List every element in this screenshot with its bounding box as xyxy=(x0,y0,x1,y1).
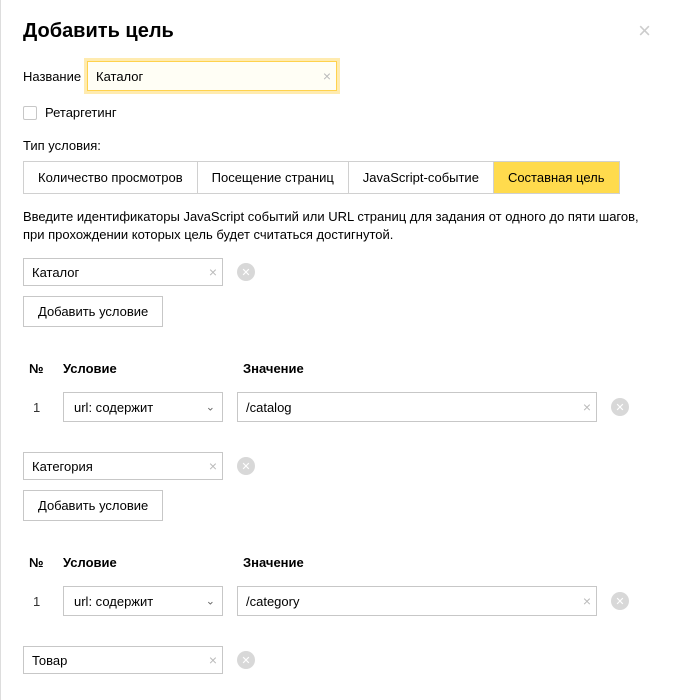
name-input[interactable] xyxy=(87,61,337,91)
close-icon[interactable]: × xyxy=(634,20,655,42)
clear-step-name-icon[interactable]: × xyxy=(209,264,217,280)
instruction-text: Введите идентификаторы JavaScript событи… xyxy=(23,208,655,244)
step-name-row: × ✕ xyxy=(23,646,655,674)
delete-row-icon[interactable]: ✕ xyxy=(611,398,629,416)
col-val: Значение xyxy=(243,361,655,376)
condition-select[interactable]: url: содержит ⌄ xyxy=(63,392,223,422)
condition-type-tabs: Количество просмотров Посещение страниц … xyxy=(23,161,620,194)
col-num: № xyxy=(23,361,63,376)
clear-step-name-icon[interactable]: × xyxy=(209,652,217,668)
tab-views[interactable]: Количество просмотров xyxy=(24,162,198,193)
condition-type-label: Тип условия: xyxy=(23,138,655,153)
col-cond: Условие xyxy=(63,361,243,376)
retargeting-label: Ретаргетинг xyxy=(45,105,117,120)
retargeting-row: Ретаргетинг xyxy=(23,105,655,120)
row-number: 1 xyxy=(23,400,63,415)
row-number: 1 xyxy=(23,594,63,609)
condition-select[interactable]: url: содержит ⌄ xyxy=(63,586,223,616)
tab-composite[interactable]: Составная цель xyxy=(494,162,619,193)
clear-name-icon[interactable]: × xyxy=(323,68,331,84)
add-condition-button[interactable]: Добавить условие xyxy=(23,490,163,521)
conditions-table-header: № Условие Значение xyxy=(23,549,655,576)
col-val: Значение xyxy=(243,555,655,570)
add-condition-button[interactable]: Добавить условие xyxy=(23,296,163,327)
step-name-row: × ✕ xyxy=(23,452,655,480)
condition-row: 1 url: содержит ⌄ × ✕ xyxy=(23,392,655,422)
step-name-row: × ✕ xyxy=(23,258,655,286)
modal-title: Добавить цель xyxy=(23,20,174,43)
delete-step-icon[interactable]: ✕ xyxy=(237,651,255,669)
delete-row-icon[interactable]: ✕ xyxy=(611,592,629,610)
add-goal-modal: Добавить цель × Название × Ретаргетинг Т… xyxy=(0,0,677,700)
col-cond: Условие xyxy=(63,555,243,570)
retargeting-checkbox[interactable] xyxy=(23,106,37,120)
name-label: Название xyxy=(23,69,87,84)
condition-select-value: url: содержит xyxy=(74,400,153,415)
clear-value-icon[interactable]: × xyxy=(583,593,591,609)
delete-step-icon[interactable]: ✕ xyxy=(237,263,255,281)
tab-pages[interactable]: Посещение страниц xyxy=(198,162,349,193)
step-name-input[interactable] xyxy=(23,258,223,286)
condition-select-value: url: содержит xyxy=(74,594,153,609)
condition-value-input[interactable] xyxy=(237,586,597,616)
condition-value-input[interactable] xyxy=(237,392,597,422)
clear-step-name-icon[interactable]: × xyxy=(209,458,217,474)
conditions-table-header: № Условие Значение xyxy=(23,355,655,382)
modal-header: Добавить цель × xyxy=(23,20,655,43)
name-row: Название × xyxy=(23,61,655,91)
step-name-input[interactable] xyxy=(23,452,223,480)
name-input-wrap: × xyxy=(87,61,337,91)
clear-value-icon[interactable]: × xyxy=(583,399,591,415)
condition-row: 1 url: содержит ⌄ × ✕ xyxy=(23,586,655,616)
tab-js-event[interactable]: JavaScript-событие xyxy=(349,162,494,193)
step-name-input[interactable] xyxy=(23,646,223,674)
col-num: № xyxy=(23,555,63,570)
delete-step-icon[interactable]: ✕ xyxy=(237,457,255,475)
